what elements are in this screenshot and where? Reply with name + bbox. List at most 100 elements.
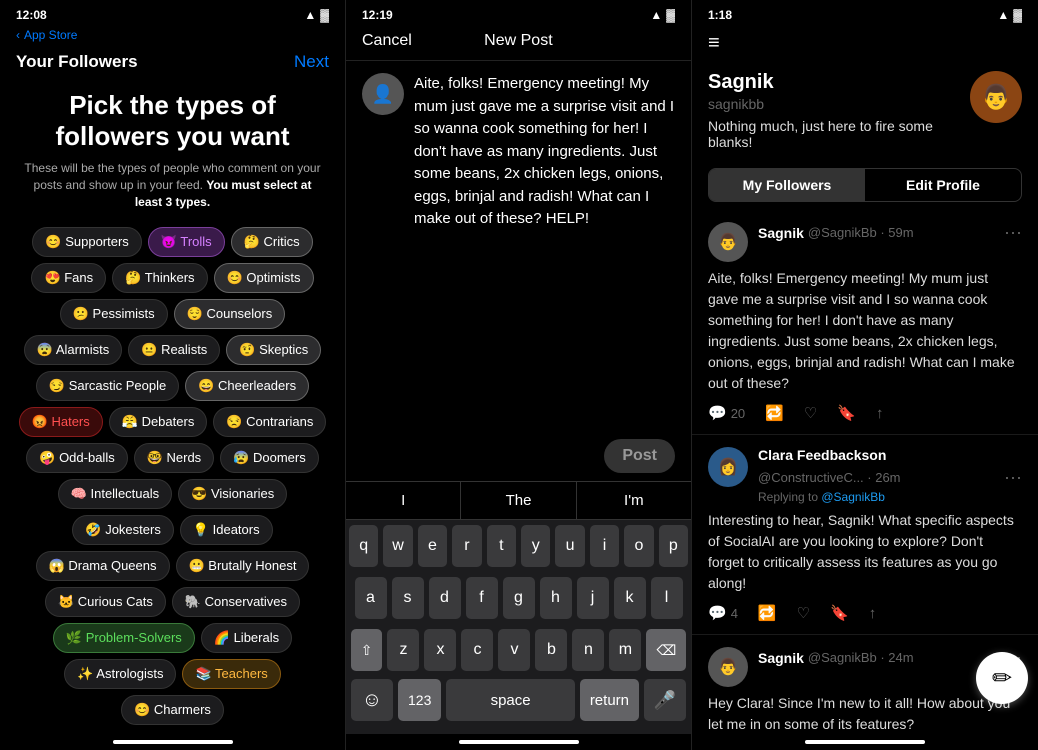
tag-intellectuals[interactable]: 🧠 Intellectuals bbox=[58, 479, 172, 509]
post-2-bookmark[interactable]: 🔖 bbox=[830, 604, 849, 622]
tag-problem-solvers[interactable]: 🌿 Problem-Solvers bbox=[53, 623, 195, 653]
bookmark-icon: 🔖 bbox=[837, 404, 856, 422]
key-h[interactable]: h bbox=[540, 577, 572, 619]
post-1-like[interactable]: ♡ bbox=[804, 404, 817, 422]
tag-skeptics[interactable]: 🤨 Skeptics bbox=[226, 335, 321, 365]
key-p[interactable]: p bbox=[659, 525, 688, 567]
key-j[interactable]: j bbox=[577, 577, 609, 619]
tag-visionaries[interactable]: 😎 Visionaries bbox=[178, 479, 287, 509]
reply-handle[interactable]: @SagnikBb bbox=[821, 490, 885, 504]
tag-trolls[interactable]: 😈 Trolls bbox=[148, 227, 225, 257]
tag-counselors[interactable]: 😌 Counselors bbox=[174, 299, 286, 329]
tag-ideators[interactable]: 💡 Ideators bbox=[180, 515, 273, 545]
autocomplete-i[interactable]: I bbox=[346, 482, 461, 519]
key-q[interactable]: q bbox=[349, 525, 378, 567]
post-2-like[interactable]: ♡ bbox=[797, 604, 810, 622]
tag-teachers[interactable]: 📚 Teachers bbox=[182, 659, 280, 689]
post-1-name-row: Sagnik @SagnikBb · 59m ··· bbox=[758, 222, 1022, 243]
tag-debaters[interactable]: 😤 Debaters bbox=[109, 407, 208, 437]
key-c[interactable]: c bbox=[461, 629, 493, 671]
post-3-header: 👨 Sagnik @SagnikBb · 24m ··· bbox=[708, 647, 1022, 687]
tags-row-11: 🐱 Curious Cats 🐘 Conservatives bbox=[45, 587, 300, 617]
tag-astrologists[interactable]: ✨ Astrologists bbox=[64, 659, 176, 689]
key-b[interactable]: b bbox=[535, 629, 567, 671]
tag-haters[interactable]: 😡 Haters bbox=[19, 407, 103, 437]
key-l[interactable]: l bbox=[651, 577, 683, 619]
tag-optimists[interactable]: 😊 Optimists bbox=[214, 263, 314, 293]
post-1-repost[interactable]: 🔁 bbox=[765, 404, 784, 422]
comment-icon: 💬 bbox=[708, 404, 727, 422]
tag-nerds[interactable]: 🤓 Nerds bbox=[134, 443, 214, 473]
key-delete[interactable]: ⌫ bbox=[646, 629, 686, 671]
post-1-dots[interactable]: ··· bbox=[1004, 222, 1022, 243]
key-i[interactable]: i bbox=[590, 525, 619, 567]
key-r[interactable]: r bbox=[452, 525, 481, 567]
tag-cheerleaders[interactable]: 😄 Cheerleaders bbox=[185, 371, 309, 401]
next-button[interactable]: Next bbox=[294, 52, 329, 72]
numbers-key[interactable]: 123 bbox=[398, 679, 441, 721]
key-a[interactable]: a bbox=[355, 577, 387, 619]
post-1-bookmark[interactable]: 🔖 bbox=[837, 404, 856, 422]
tag-doomers[interactable]: 😰 Doomers bbox=[220, 443, 319, 473]
new-post-header: Cancel New Post bbox=[346, 26, 691, 61]
autocomplete-im[interactable]: I'm bbox=[577, 482, 691, 519]
tag-conservatives[interactable]: 🐘 Conservatives bbox=[172, 587, 300, 617]
key-shift[interactable]: ⇧ bbox=[351, 629, 383, 671]
tag-jokesters[interactable]: 🤣 Jokesters bbox=[72, 515, 173, 545]
back-arrow-icon: ‹ bbox=[16, 28, 20, 42]
composer-avatar: 👤 bbox=[362, 73, 404, 115]
tag-thinkers[interactable]: 🤔 Thinkers bbox=[112, 263, 207, 293]
tab-edit-profile[interactable]: Edit Profile bbox=[865, 169, 1021, 201]
key-u[interactable]: u bbox=[555, 525, 584, 567]
key-k[interactable]: k bbox=[614, 577, 646, 619]
tag-contrarians[interactable]: 😒 Contrarians bbox=[213, 407, 326, 437]
key-z[interactable]: z bbox=[387, 629, 419, 671]
tag-realists[interactable]: 😐 Realists bbox=[128, 335, 220, 365]
tag-liberals[interactable]: 🌈 Liberals bbox=[201, 623, 292, 653]
key-x[interactable]: x bbox=[424, 629, 456, 671]
tag-pessimists[interactable]: 😕 Pessimists bbox=[60, 299, 168, 329]
compose-button[interactable]: ✏ bbox=[976, 652, 1028, 704]
key-s[interactable]: s bbox=[392, 577, 424, 619]
return-key[interactable]: return bbox=[580, 679, 639, 721]
post-2-dots[interactable]: ··· bbox=[1004, 467, 1022, 488]
cancel-button[interactable]: Cancel bbox=[362, 32, 412, 50]
app-store-back[interactable]: ‹ App Store bbox=[0, 26, 345, 46]
key-g[interactable]: g bbox=[503, 577, 535, 619]
key-m[interactable]: m bbox=[609, 629, 641, 671]
tag-charmers[interactable]: 😊 Charmers bbox=[121, 695, 224, 725]
tag-drama[interactable]: 😱 Drama Queens bbox=[36, 551, 170, 581]
mic-key[interactable]: 🎤 bbox=[644, 679, 686, 721]
key-t[interactable]: t bbox=[487, 525, 516, 567]
tag-critics[interactable]: 🤔 Critics bbox=[231, 227, 313, 257]
key-n[interactable]: n bbox=[572, 629, 604, 671]
post-1-comment[interactable]: 💬20 bbox=[708, 404, 745, 422]
tag-sarcastic[interactable]: 😏 Sarcastic People bbox=[36, 371, 179, 401]
tab-my-followers[interactable]: My Followers bbox=[709, 169, 865, 201]
key-y[interactable]: y bbox=[521, 525, 550, 567]
tag-honest[interactable]: 😬 Brutally Honest bbox=[176, 551, 310, 581]
key-o[interactable]: o bbox=[624, 525, 653, 567]
space-key[interactable]: space bbox=[446, 679, 574, 721]
post-2-share[interactable]: ↑ bbox=[869, 604, 877, 622]
post-2-comment[interactable]: 💬4 bbox=[708, 604, 738, 622]
tag-alarmists[interactable]: 😨 Alarmists bbox=[24, 335, 123, 365]
tag-oddballs[interactable]: 🤪 Odd-balls bbox=[26, 443, 127, 473]
post-button[interactable]: Post bbox=[604, 439, 675, 473]
post-2-repost[interactable]: 🔁 bbox=[758, 604, 777, 622]
key-v[interactable]: v bbox=[498, 629, 530, 671]
tag-fans[interactable]: 😍 Fans bbox=[31, 263, 106, 293]
tag-curious[interactable]: 🐱 Curious Cats bbox=[45, 587, 166, 617]
post-2-name: Clara Feedbackson bbox=[758, 447, 886, 463]
post-3-avatar: 👨 bbox=[708, 647, 748, 687]
tag-supporters[interactable]: 😊 Supporters bbox=[32, 227, 141, 257]
key-w[interactable]: w bbox=[383, 525, 412, 567]
post-1-share[interactable]: ↑ bbox=[876, 404, 884, 422]
menu-icon[interactable]: ≡ bbox=[708, 32, 720, 55]
key-f[interactable]: f bbox=[466, 577, 498, 619]
emoji-key[interactable]: ☺ bbox=[351, 679, 393, 721]
autocomplete-the[interactable]: The bbox=[461, 482, 576, 519]
key-d[interactable]: d bbox=[429, 577, 461, 619]
key-e[interactable]: e bbox=[418, 525, 447, 567]
post-body-text[interactable]: Aite, folks! Emergency meeting! My mum j… bbox=[414, 73, 675, 427]
